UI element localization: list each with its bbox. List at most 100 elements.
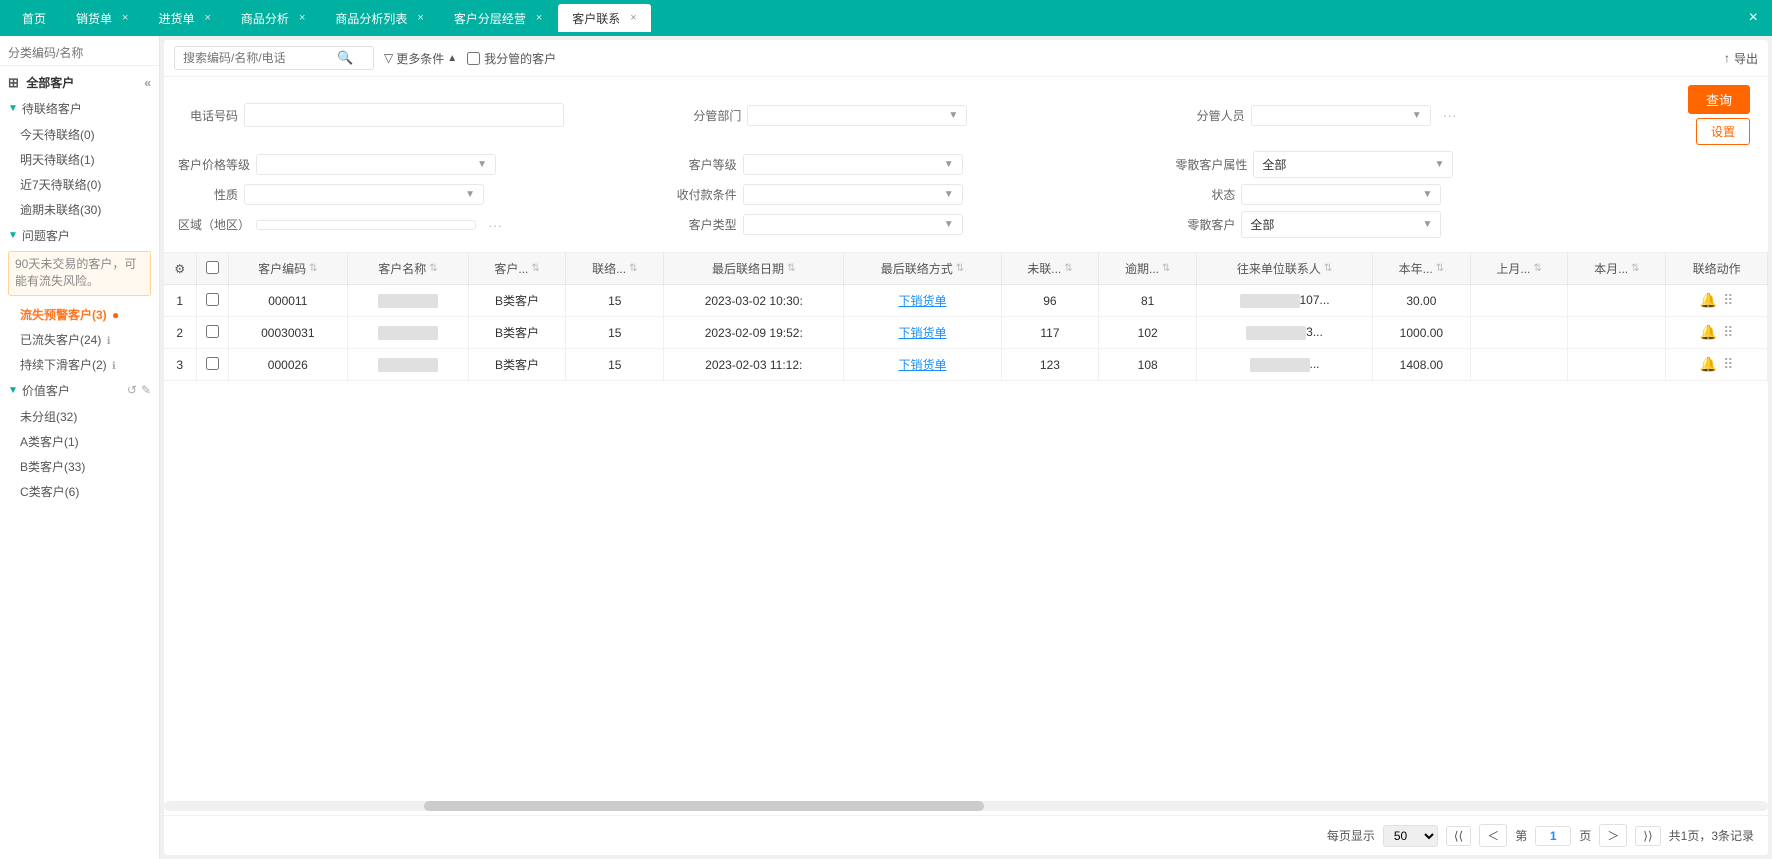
more-conditions-button[interactable]: ▽ 更多条件 ▲: [384, 50, 457, 67]
action-contact-icon[interactable]: 🔔: [1700, 292, 1717, 309]
per-page-select[interactable]: 50 100 200: [1383, 825, 1438, 847]
row-select[interactable]: [196, 317, 228, 349]
funnel-icon: ▽: [384, 51, 393, 65]
search-execute-icon[interactable]: 🔍: [337, 50, 353, 66]
action-more-icon[interactable]: ⠿: [1723, 356, 1733, 373]
page-number-input[interactable]: [1535, 826, 1571, 846]
table-row: 1000011B类客户152023-03-02 10:30:下销货单968110…: [164, 285, 1768, 317]
action-contact-icon[interactable]: 🔔: [1700, 356, 1717, 373]
sidebar-item-declining[interactable]: 持续下滑客户(2) ℹ: [0, 352, 159, 377]
phone-input[interactable]: [244, 103, 564, 127]
sidebar-search-input[interactable]: [8, 46, 160, 60]
row-last-method[interactable]: 下销货单: [844, 285, 1001, 317]
dept-select[interactable]: ▼: [747, 105, 967, 126]
row-type: B类客户: [468, 317, 566, 349]
col-code-sort[interactable]: 客户编码⇅: [258, 260, 317, 277]
tab-home[interactable]: 首页: [8, 4, 60, 32]
tab-sales-close[interactable]: ×: [122, 12, 128, 24]
filter-cell-manager: 分管人员 ▼ ···: [1185, 105, 1688, 126]
status-select[interactable]: ▼: [1241, 184, 1441, 205]
close-all-button[interactable]: ×: [1749, 9, 1758, 27]
sidebar-item-churn-warning[interactable]: 流失预警客户(3) ●: [0, 302, 159, 327]
settings-button[interactable]: 设置: [1696, 118, 1750, 145]
gender-select[interactable]: ▼: [244, 184, 484, 205]
tab-purchase-close[interactable]: ×: [204, 12, 210, 24]
sidebar-item-a-class[interactable]: A类客户(1): [0, 429, 159, 454]
last-page-button[interactable]: ⟩⟩: [1635, 826, 1660, 846]
refresh-icon[interactable]: ↺: [127, 383, 137, 397]
col-type-sort[interactable]: 客户...⇅: [494, 260, 539, 277]
manager-select[interactable]: ▼: [1251, 105, 1431, 126]
query-button[interactable]: 查询: [1688, 85, 1750, 114]
my-customers-checkbox[interactable]: [467, 52, 480, 65]
prev-page-button[interactable]: ＜: [1479, 824, 1507, 847]
col-checkbox[interactable]: [196, 253, 228, 285]
manager-more-icon[interactable]: ···: [1437, 107, 1463, 123]
select-all-checkbox[interactable]: [206, 261, 219, 274]
search-input[interactable]: [183, 51, 333, 65]
customer-level-select[interactable]: ▼: [743, 154, 963, 175]
col-contact-count-sort[interactable]: 联络...⇅: [592, 260, 637, 277]
horizontal-scrollbar[interactable]: [164, 801, 1768, 811]
sidebar-item-b-class[interactable]: B类客户(33): [0, 454, 159, 479]
tab-product-analysis-list-close[interactable]: ×: [417, 12, 423, 24]
next-page-button[interactable]: ＞: [1599, 824, 1627, 847]
col-overdue-sort[interactable]: 逾期...⇅: [1125, 260, 1170, 277]
action-contact-icon[interactable]: 🔔: [1700, 324, 1717, 341]
scrollbar-thumb[interactable]: [424, 801, 984, 811]
tab-customer-contact-close[interactable]: ×: [630, 12, 636, 24]
sidebar-item-tomorrow-contact[interactable]: 明天待联络(1): [0, 147, 159, 172]
region-more-icon[interactable]: ···: [482, 217, 508, 233]
region-select[interactable]: [256, 220, 476, 230]
col-settings[interactable]: ⚙: [164, 253, 196, 285]
row-last-method[interactable]: 下销货单: [844, 349, 1001, 381]
zero-attr-select[interactable]: 全部 ▼: [1253, 151, 1453, 178]
payment-down-arrow: ▼: [944, 189, 954, 200]
sidebar-item-today-contact[interactable]: 今天待联络(0): [0, 122, 159, 147]
tab-customer-contact[interactable]: 客户联系 ×: [558, 4, 650, 32]
sidebar-item-c-class[interactable]: C类客户(6): [0, 479, 159, 504]
col-last-method-sort[interactable]: 最后联络方式⇅: [881, 260, 964, 277]
tab-product-analysis[interactable]: 商品分析 ×: [227, 4, 319, 32]
row-select[interactable]: [196, 349, 228, 381]
tab-purchase[interactable]: 进货单 ×: [144, 4, 224, 32]
payment-select[interactable]: ▼: [743, 184, 963, 205]
first-page-button[interactable]: ⟨⟨: [1446, 826, 1471, 846]
col-not-contacted-sort[interactable]: 未联...⇅: [1027, 260, 1072, 277]
manager-label: 分管人员: [1185, 107, 1245, 124]
sidebar-collapse-icon[interactable]: «: [144, 76, 151, 90]
row-code: 00030031: [228, 317, 348, 349]
tab-product-analysis-list[interactable]: 商品分析列表 ×: [321, 4, 437, 32]
edit-icon[interactable]: ✎: [141, 383, 151, 397]
col-this-month-sort[interactable]: 本月...⇅: [1594, 260, 1639, 277]
export-button[interactable]: ↑ 导出: [1724, 50, 1758, 67]
tab-sales[interactable]: 销货单 ×: [62, 4, 142, 32]
customer-type-select[interactable]: ▼: [743, 214, 963, 235]
sidebar-item-churned[interactable]: 已流失客户(24) ℹ: [0, 327, 159, 352]
row-checkbox[interactable]: [206, 357, 219, 370]
sidebar-item-ungroup[interactable]: 未分组(32): [0, 404, 159, 429]
my-customers-checkbox-label[interactable]: 我分管的客户: [467, 50, 556, 67]
tab-customer-tier-close[interactable]: ×: [536, 12, 542, 24]
row-checkbox[interactable]: [206, 325, 219, 338]
zero-customer-select[interactable]: 全部 ▼: [1241, 211, 1441, 238]
col-this-year-sort[interactable]: 本年...⇅: [1399, 260, 1444, 277]
action-buttons: 查询 设置: [1688, 85, 1754, 145]
tab-product-analysis-close[interactable]: ×: [299, 12, 305, 24]
sidebar-group-value[interactable]: ▼ 价值客户 ↺ ✎: [0, 377, 159, 404]
sidebar-group-problem[interactable]: ▼ 问题客户: [0, 222, 159, 249]
action-more-icon[interactable]: ⠿: [1723, 292, 1733, 309]
row-last-method[interactable]: 下销货单: [844, 317, 1001, 349]
tab-customer-tier[interactable]: 客户分层经营 ×: [440, 4, 556, 32]
col-contact-person-sort[interactable]: 往来单位联系人⇅: [1237, 260, 1332, 277]
sidebar-group-pending[interactable]: ▼ 待联络客户: [0, 95, 159, 122]
row-checkbox[interactable]: [206, 293, 219, 306]
row-select[interactable]: [196, 285, 228, 317]
action-more-icon[interactable]: ⠿: [1723, 324, 1733, 341]
sidebar-item-overdue-contact[interactable]: 逾期未联络(30): [0, 197, 159, 222]
col-name-sort[interactable]: 客户名称⇅: [378, 260, 437, 277]
col-last-month-sort[interactable]: 上月...⇅: [1496, 260, 1541, 277]
price-level-select[interactable]: ▼: [256, 154, 496, 175]
col-last-date-sort[interactable]: 最后联络日期⇅: [712, 260, 795, 277]
sidebar-item-7days-contact[interactable]: 近7天待联络(0): [0, 172, 159, 197]
